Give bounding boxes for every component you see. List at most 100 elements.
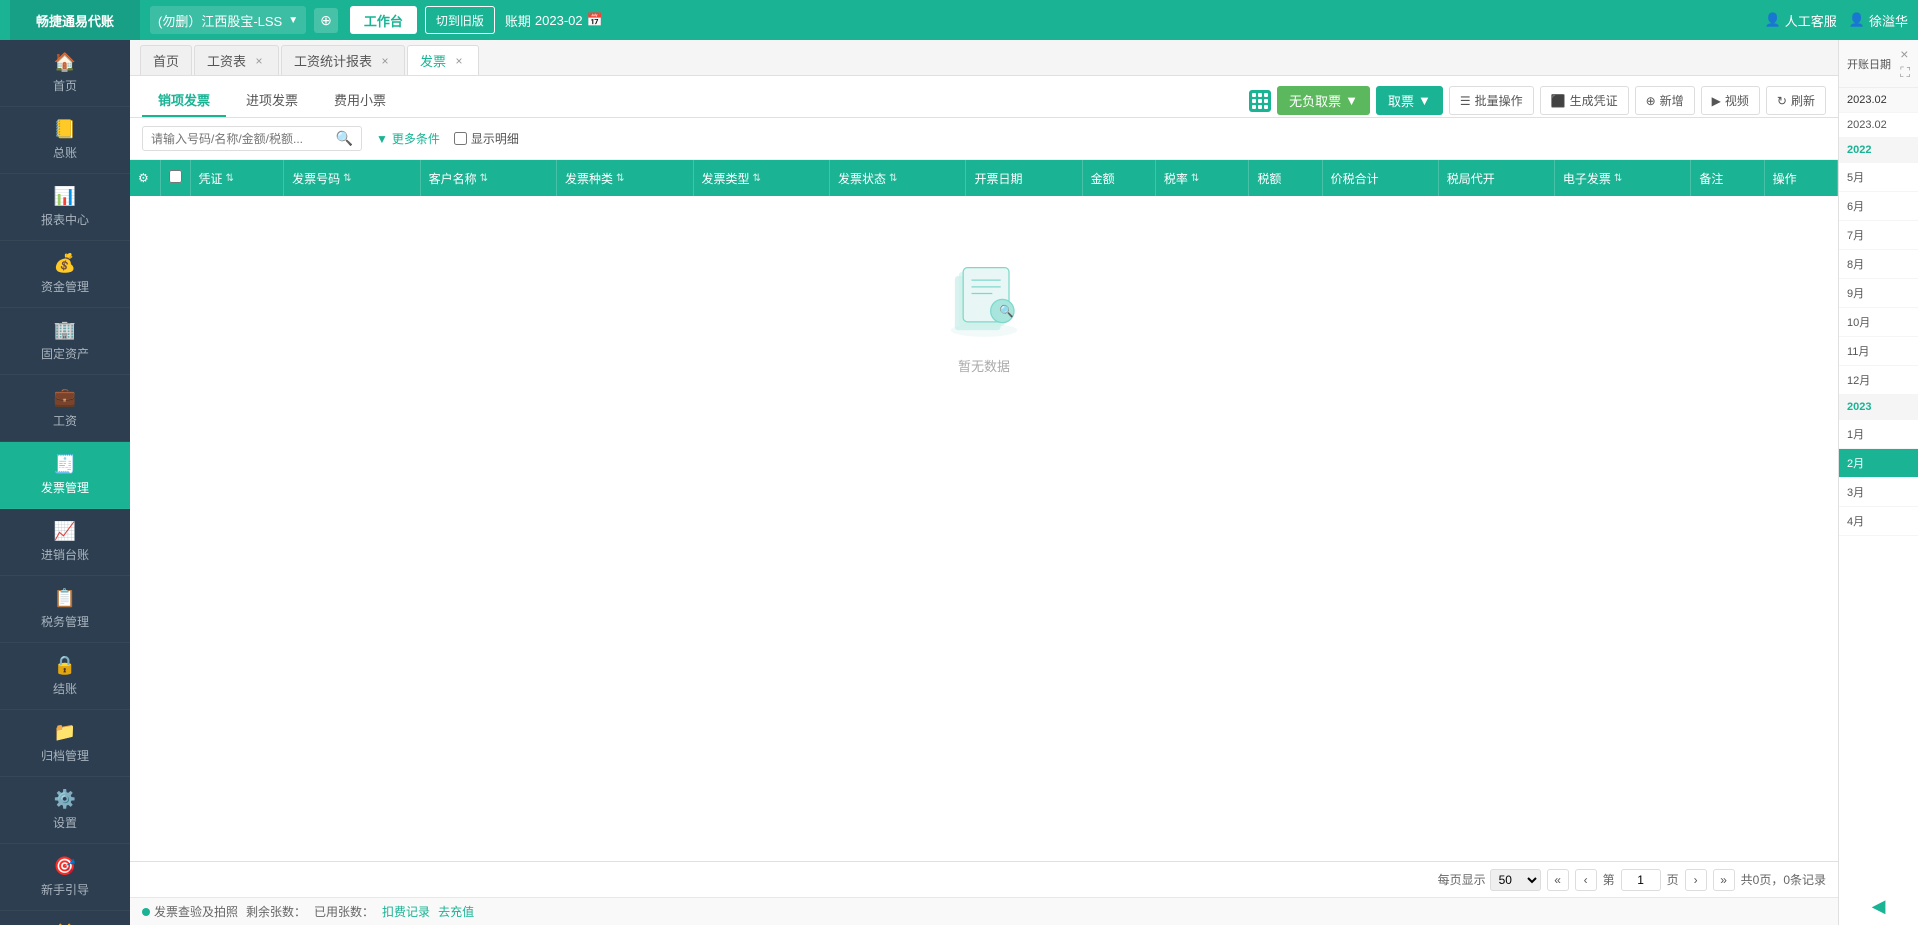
show-detail-label[interactable]: 显示明细 [471, 130, 519, 147]
month-2023-3[interactable]: 3月 [1839, 478, 1918, 507]
search-input-wrap[interactable]: 🔍 [142, 126, 362, 151]
header-right: 👤 人工客服 👤 徐溢华 [1765, 11, 1908, 30]
search-icon[interactable]: 🔍 [336, 130, 353, 147]
col-checkbox[interactable] [160, 160, 190, 196]
month-2022-10[interactable]: 10月 [1839, 308, 1918, 337]
video-button[interactable]: ▶ 视频 [1701, 86, 1760, 115]
tab-salary-stats-close[interactable]: × [378, 54, 392, 68]
month-2022-9[interactable]: 9月 [1839, 279, 1918, 308]
refresh-button[interactable]: ↻ 刷新 [1766, 86, 1826, 115]
month-2022-5[interactable]: 5月 [1839, 163, 1918, 192]
sub-tab-sales-invoice[interactable]: 销项发票 [142, 84, 226, 117]
invoice-table: ⚙ 凭证 ⇅ [130, 160, 1838, 196]
sidebar-item-archive[interactable]: 📁 归档管理 [0, 710, 130, 777]
sub-tab-expense-receipt[interactable]: 费用小票 [318, 84, 402, 117]
ledger-icon: 📒 [54, 119, 76, 140]
show-detail-wrap: 显示明细 [454, 130, 519, 147]
main-layout: 🏠 首页 📒 总账 📊 报表中心 💰 资金管理 🏢 固定资产 💼 工资 🧾 发票… [0, 40, 1918, 925]
batch-ops-button[interactable]: ☰ 批量操作 [1449, 86, 1534, 115]
right-panel-maximize-button[interactable]: ⛶ [1900, 64, 1910, 81]
month-2022-6[interactable]: 6月 [1839, 192, 1918, 221]
sidebar-item-salary[interactable]: 💼 工资 [0, 375, 130, 442]
gen-voucher-button[interactable]: ⬛ 生成凭证 [1540, 86, 1629, 115]
calendar-icon[interactable]: 📅 [587, 12, 603, 28]
prev-page-button[interactable]: ‹ [1575, 869, 1597, 891]
sidebar-item-invoice[interactable]: 🧾 发票管理 [0, 442, 130, 509]
month-2023-4[interactable]: 4月 [1839, 507, 1918, 536]
month-2022-8[interactable]: 8月 [1839, 250, 1918, 279]
month-2022-7[interactable]: 7月 [1839, 221, 1918, 250]
support-button[interactable]: 👤 人工客服 [1765, 11, 1837, 30]
grid-dots-icon [1252, 93, 1268, 109]
search-input[interactable] [151, 132, 336, 146]
e-invoice-sort-icon[interactable]: ⇅ [1614, 173, 1622, 184]
col-settings[interactable]: ⚙ [130, 160, 160, 196]
next-page-button[interactable]: › [1685, 869, 1707, 891]
video-icon: ▶ [1712, 94, 1721, 108]
col-customer: 客户名称 ⇅ [420, 160, 556, 196]
page-size-dropdown[interactable]: 10 20 50 100 [1490, 869, 1541, 891]
new-button[interactable]: ⊕ 新增 [1635, 86, 1695, 115]
sidebar-item-home[interactable]: 🏠 首页 [0, 40, 130, 107]
col-e-invoice: 电子发票 ⇅ [1554, 160, 1690, 196]
col-tax-amount: 税额 [1249, 160, 1322, 196]
col-remark: 备注 [1691, 160, 1764, 196]
tab-salary-table-close[interactable]: × [252, 54, 266, 68]
tab-invoice[interactable]: 发票 × [407, 45, 479, 75]
right-panel-close-button[interactable]: × [1900, 46, 1910, 62]
right-panel-period-item[interactable]: 2023.02 [1839, 113, 1918, 138]
recharge-link[interactable]: 去充值 [438, 903, 474, 920]
tax-rate-sort-icon[interactable]: ⇅ [1191, 173, 1199, 184]
grid-view-button[interactable] [1249, 90, 1271, 112]
sidebar-item-settings[interactable]: ⚙️ 设置 [0, 777, 130, 844]
invoice-status-sort-icon[interactable]: ⇅ [889, 173, 897, 184]
col-invoice-status: 发票状态 ⇅ [829, 160, 965, 196]
workspace-button[interactable]: 工作台 [350, 6, 417, 34]
invoice-icon: 🧾 [54, 454, 76, 475]
voucher-sort-icon[interactable]: ⇅ [226, 173, 234, 184]
more-filter-button[interactable]: ▼ 更多条件 [368, 126, 448, 151]
sidebar-item-ledger[interactable]: 📒 总账 [0, 107, 130, 174]
tab-salary-stats[interactable]: 工资统计报表 × [281, 45, 405, 75]
sidebar-item-reports[interactable]: 📊 报表中心 [0, 174, 130, 241]
page-number-input[interactable] [1621, 869, 1661, 891]
col-invoice-type: 发票种类 ⇅ [557, 160, 693, 196]
take-ticket-button[interactable]: 取票 ▼ [1376, 86, 1443, 115]
invoice-category-sort-icon[interactable]: ⇅ [753, 173, 761, 184]
tab-salary-table[interactable]: 工资表 × [194, 45, 279, 75]
tab-invoice-close[interactable]: × [452, 54, 466, 68]
sidebar-item-tax[interactable]: 📋 税务管理 [0, 576, 130, 643]
col-invoice-no: 发票号码 ⇅ [284, 160, 420, 196]
tab-home[interactable]: 首页 [140, 45, 192, 75]
right-panel-period-header[interactable]: 2023.02 [1839, 88, 1918, 113]
sidebar-item-guide[interactable]: 🎯 新手引导 [0, 844, 130, 911]
sidebar-item-sales[interactable]: 📈 进销台账 [0, 509, 130, 576]
col-voucher: 凭证 ⇅ [190, 160, 284, 196]
sidebar-item-assets[interactable]: 🏢 固定资产 [0, 308, 130, 375]
sidebar-item-close[interactable]: 🔒 结账 [0, 643, 130, 710]
switch-old-button[interactable]: 切到旧版 [425, 6, 495, 34]
month-2022-12[interactable]: 12月 [1839, 366, 1918, 395]
invoice-no-sort-icon[interactable]: ⇅ [343, 173, 351, 184]
sidebar-item-member[interactable]: 👑 畅会员 [0, 911, 130, 925]
sub-tab-purchase-invoice[interactable]: 进项发票 [230, 84, 314, 117]
customer-sort-icon[interactable]: ⇅ [480, 173, 488, 184]
deduct-record-link[interactable]: 扣费记录 [382, 903, 430, 920]
select-all-checkbox[interactable] [169, 170, 182, 183]
sales-icon: 📈 [54, 521, 76, 542]
show-detail-checkbox[interactable] [454, 132, 467, 145]
invoice-type-sort-icon[interactable]: ⇅ [616, 173, 624, 184]
sidebar-item-funds[interactable]: 💰 资金管理 [0, 241, 130, 308]
no-deduct-button[interactable]: 无负取票 ▼ [1277, 86, 1370, 115]
close-account-icon: 🔒 [54, 655, 76, 676]
right-panel-bottom-icon[interactable]: ◀ [1872, 896, 1886, 917]
copy-button[interactable]: ⊕ [314, 8, 338, 33]
month-2022-11[interactable]: 11月 [1839, 337, 1918, 366]
month-2023-1[interactable]: 1月 [1839, 420, 1918, 449]
user-avatar[interactable]: 👤 徐溢华 [1849, 11, 1908, 30]
month-2023-2[interactable]: 2月 [1839, 449, 1918, 478]
last-page-button[interactable]: » [1713, 869, 1735, 891]
company-selector[interactable]: (勿删）江西股宝-LSS ▼ [150, 6, 306, 34]
first-page-button[interactable]: « [1547, 869, 1569, 891]
take-ticket-dropdown-icon: ▼ [1418, 93, 1431, 108]
